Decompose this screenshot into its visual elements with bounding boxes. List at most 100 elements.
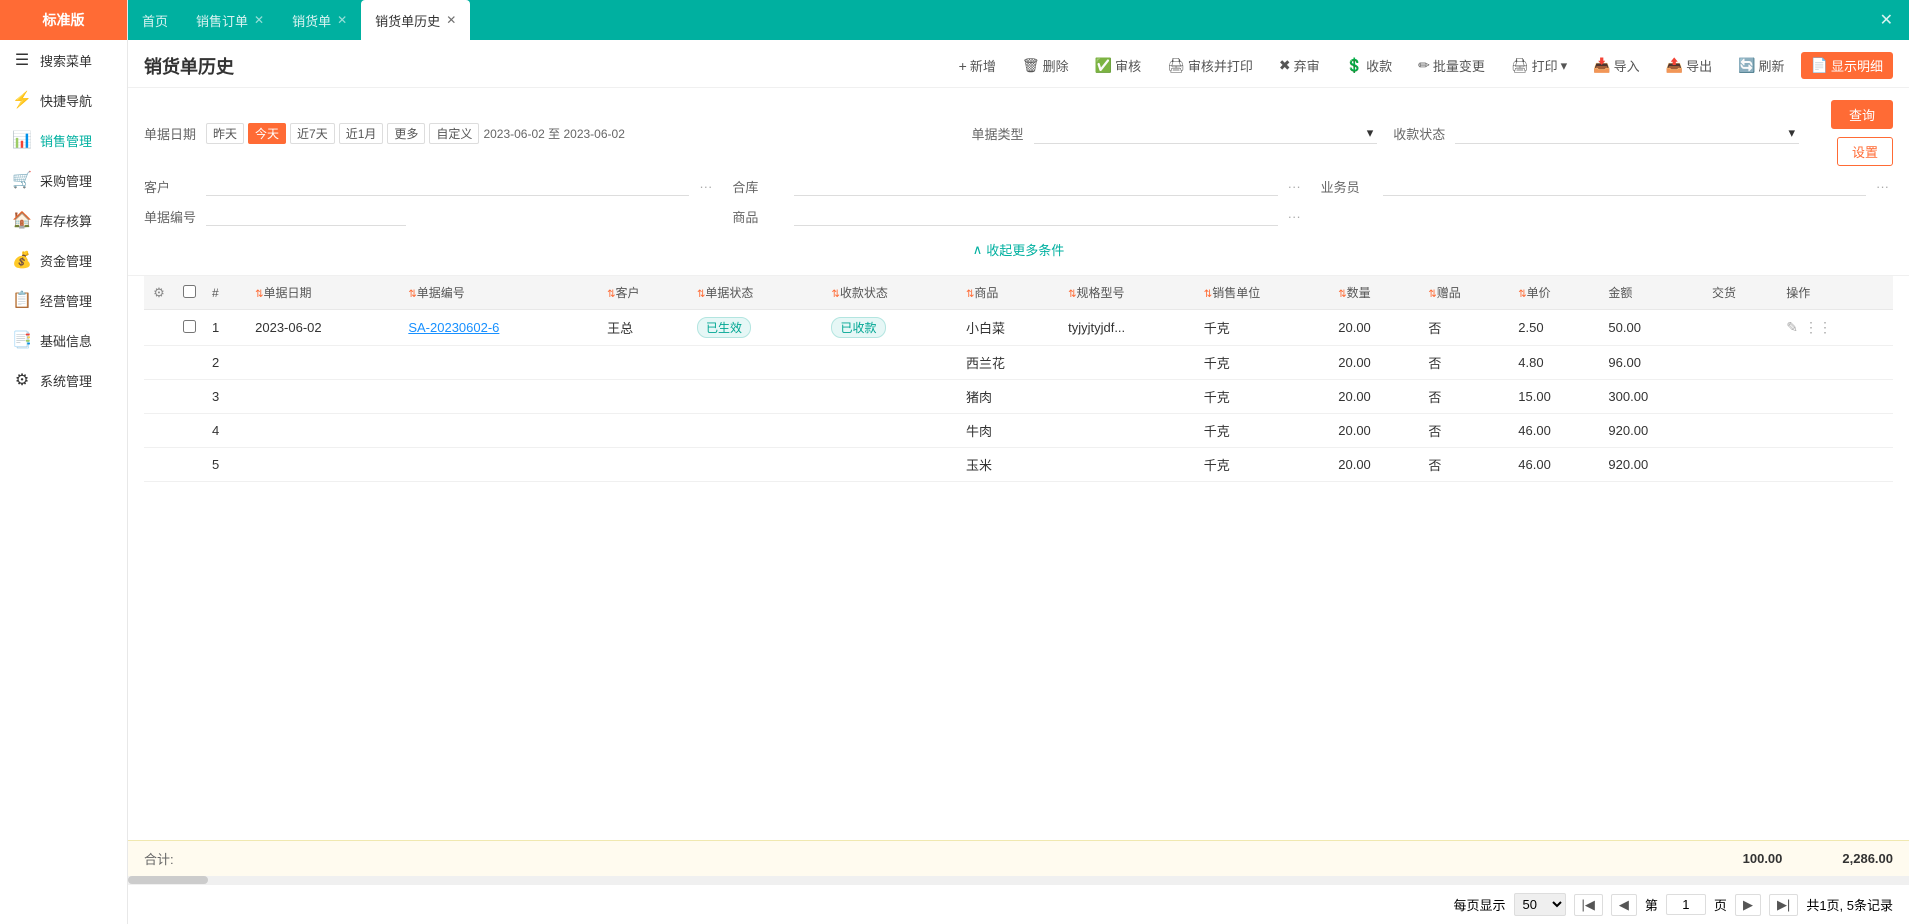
audit-print-button[interactable]: 🖨 审核并打印 [1157,52,1263,79]
row-date [247,414,400,448]
next-page-btn[interactable]: ▶ [1735,894,1761,916]
capital-mgmt-icon: 💰 [12,250,32,270]
row-customer [599,380,689,414]
date-btn-more[interactable]: 更多 [387,123,425,144]
customer-input[interactable] [206,176,689,196]
sort-arrow: ⇅ [1428,289,1436,300]
salesperson-input[interactable] [1383,176,1866,196]
goods-ellipsis[interactable]: ··· [1284,209,1305,224]
date-btn-7days[interactable]: 近7天 [290,123,335,144]
sidebar-item-search-menu[interactable]: ☰ 搜索菜单 [0,40,127,80]
collect-button[interactable]: 💲 收款 [1336,52,1402,79]
select-all-checkbox[interactable] [183,285,196,298]
tab-home[interactable]: 首页 [128,0,182,40]
settings-col-header[interactable]: ⚙ [144,276,174,310]
goods-input[interactable] [794,206,1277,226]
doc-no-link[interactable]: SA-20230602-6 [408,320,499,335]
date-btn-1month[interactable]: 近1月 [339,123,384,144]
row-doc-status [689,414,823,448]
warehouse-input[interactable] [794,176,1277,196]
checkbox-col-header[interactable] [174,276,204,310]
warehouse-ellipsis[interactable]: ··· [1284,179,1305,194]
sort-arrow: ⇅ [697,289,705,300]
per-page-select[interactable]: 50 100 200 [1514,893,1566,916]
col-price[interactable]: ⇅单价 [1510,276,1600,310]
doc-no-input[interactable] [206,206,406,226]
page-input[interactable] [1666,894,1706,915]
col-date[interactable]: ⇅单据日期 [247,276,400,310]
col-doc-no[interactable]: ⇅单据编号 [400,276,599,310]
show-detail-button[interactable]: 📄 显示明细 [1801,52,1893,79]
filter-row-1: 单据日期 昨天 今天 近7天 近1月 更多 自定义 2023-06-02 至 2… [144,100,1893,166]
close-window-btn[interactable]: ✕ [1864,10,1909,30]
edit-icon[interactable]: ✎ [1786,319,1798,336]
row-price: 4.80 [1510,346,1600,380]
col-payment-status[interactable]: ⇅收款状态 [823,276,957,310]
abandon-button[interactable]: ✖ 弃审 [1269,52,1330,79]
set-button[interactable]: 设置 [1837,137,1893,166]
refresh-button[interactable]: 🔄 刷新 [1728,52,1794,79]
table-row: 2 西兰花 千克 20.00 否 4.80 96.00 [144,346,1893,380]
collapse-button[interactable]: ∧ 收起更多条件 [144,236,1893,263]
audit-button[interactable]: ✅ 审核 [1085,52,1151,79]
pagination: 每页显示 50 100 200 |◀ ◀ 第 页 ▶ ▶| 共1页, 5条记录 [128,884,1909,924]
date-btn-yesterday[interactable]: 昨天 [206,123,244,144]
sort-arrow: ⇅ [1204,289,1212,300]
batch-change-button[interactable]: ✏ 批量变更 [1408,52,1495,79]
last-page-btn[interactable]: ▶| [1769,894,1798,916]
first-page-btn[interactable]: |◀ [1574,894,1603,916]
gear-icon[interactable]: ⚙ [153,285,165,300]
close-sales-history-tab[interactable]: ✕ [446,13,456,27]
col-spec[interactable]: ⇅规格型号 [1060,276,1196,310]
add-button[interactable]: + 新增 [949,52,1006,79]
sidebar-item-basic-info[interactable]: 📑 基础信息 [0,320,127,360]
row-quantity: 20.00 [1330,448,1420,482]
row-transaction [1704,448,1778,482]
date-btn-custom[interactable]: 自定义 [429,123,479,144]
sidebar-item-operation-mgmt[interactable]: 📋 经营管理 [0,280,127,320]
payment-status-arrow: ▾ [1788,125,1795,141]
import-button[interactable]: 📥 导入 [1583,52,1649,79]
col-goods[interactable]: ⇅商品 [958,276,1060,310]
goods-label: 商品 [732,207,788,226]
page-label: 第 [1645,895,1658,914]
customer-ellipsis[interactable]: ··· [695,179,716,194]
tab-sales-order[interactable]: 销售订单 ✕ [182,0,278,40]
doc-type-select[interactable]: ▾ [1034,123,1378,144]
tab-sales-history[interactable]: 销货单历史 ✕ [361,0,470,40]
query-button[interactable]: 查询 [1831,100,1893,129]
payment-status-select[interactable]: ▾ [1455,123,1799,144]
col-quantity[interactable]: ⇅数量 [1330,276,1420,310]
col-unit[interactable]: ⇅销售单位 [1196,276,1330,310]
row-checkbox-cell [174,380,204,414]
sidebar-item-capital-mgmt[interactable]: 💰 资金管理 [0,240,127,280]
footer-totals: 100.00 2,286.00 [1743,851,1893,866]
col-doc-status[interactable]: ⇅单据状态 [689,276,823,310]
page-suffix: 页 [1714,895,1727,914]
col-gift[interactable]: ⇅赠品 [1420,276,1510,310]
export-button[interactable]: 📤 导出 [1656,52,1722,79]
sidebar-item-sales-mgmt[interactable]: 📊 销售管理 [0,120,127,160]
print-button[interactable]: 🖨 打印 ▾ [1501,52,1577,79]
salesperson-ellipsis[interactable]: ··· [1872,179,1893,194]
row-gift: 否 [1420,346,1510,380]
sort-arrow: ⇅ [607,289,615,300]
close-sales-order-tab[interactable]: ✕ [254,13,264,27]
sidebar-item-system-mgmt[interactable]: ⚙ 系统管理 [0,360,127,400]
table-scroll-thumb[interactable] [128,876,208,884]
close-sales-delivery-tab[interactable]: ✕ [337,13,347,27]
prev-page-btn[interactable]: ◀ [1611,894,1637,916]
sidebar-item-inventory[interactable]: 🏠 库存核算 [0,200,127,240]
date-btn-today[interactable]: 今天 [248,123,286,144]
col-customer[interactable]: ⇅客户 [599,276,689,310]
row-checkbox[interactable] [183,320,196,333]
table-scroll-bar[interactable] [128,876,1909,884]
tab-sales-delivery[interactable]: 销货单 ✕ [278,0,361,40]
sidebar-item-quick-nav[interactable]: ⚡ 快捷导航 [0,80,127,120]
row-checkbox-cell [174,310,204,346]
sidebar-item-purchase-mgmt[interactable]: 🛒 采购管理 [0,160,127,200]
delete-button[interactable]: 🗑 删除 [1012,52,1079,79]
more-icon[interactable]: ⋮⋮ [1804,319,1832,336]
payment-status-badge: 已收款 [831,317,885,338]
filter-row-2: 客户 ··· 合库 ··· 业务员 ··· [144,176,1893,196]
